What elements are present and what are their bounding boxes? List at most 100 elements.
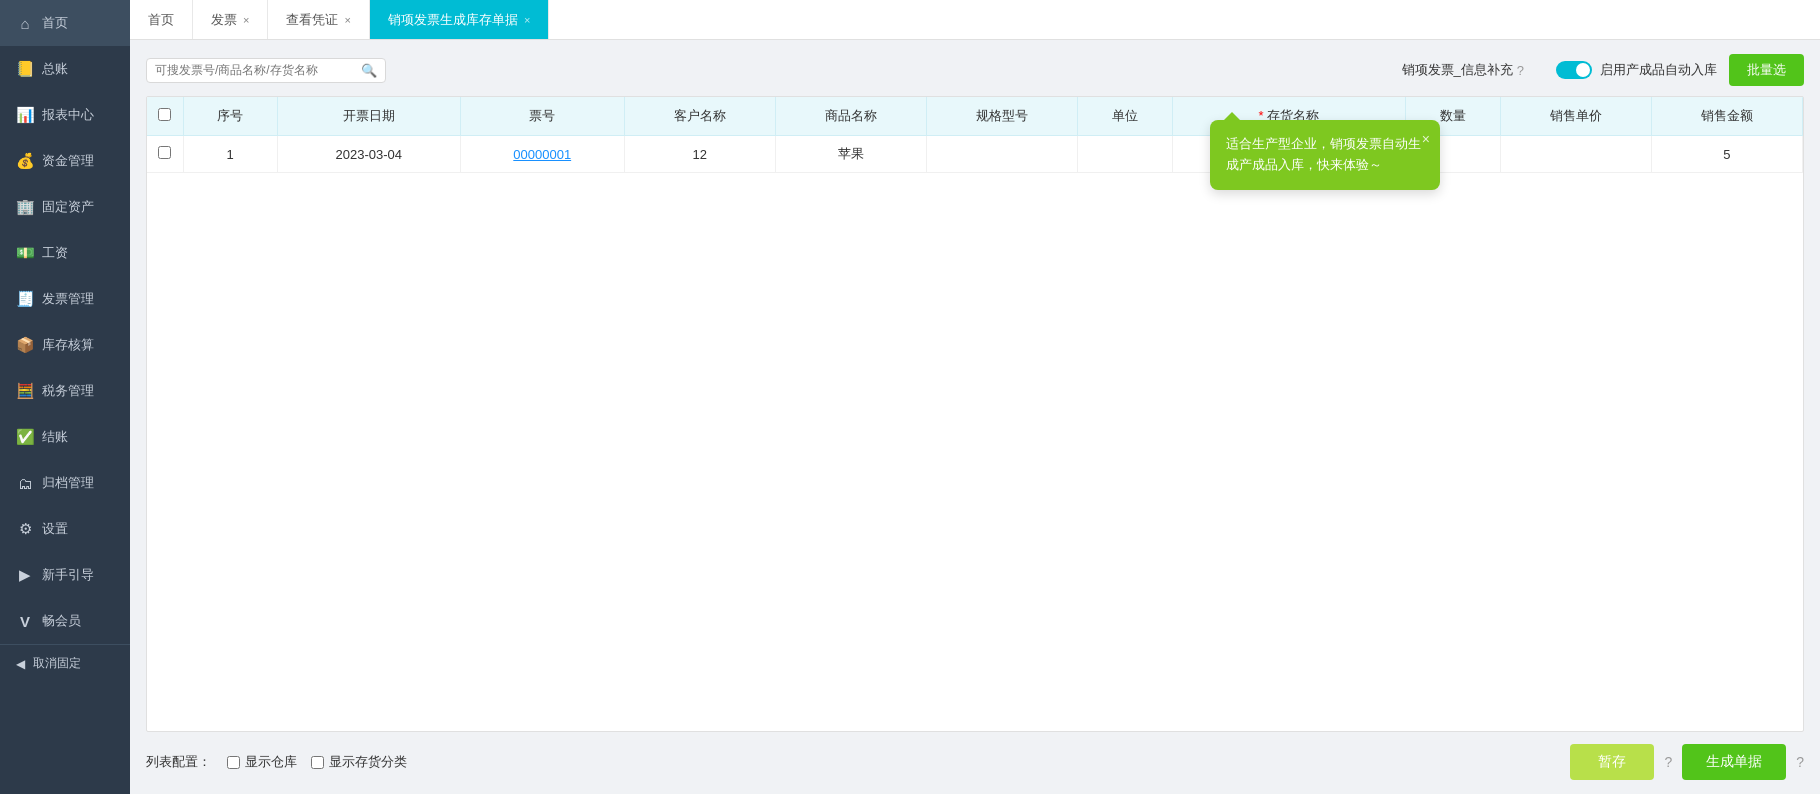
sidebar-item-home[interactable]: ⌂ 首页 (0, 0, 130, 46)
save-button[interactable]: 暂存 (1570, 744, 1654, 780)
table-header-date: 开票日期 (277, 97, 460, 136)
sidebar-label-archive: 归档管理 (42, 474, 94, 492)
generate-help-icon[interactable]: ? (1796, 754, 1804, 770)
sidebar-label-tax: 税务管理 (42, 382, 94, 400)
table-row: 1 2023-03-04 00000001 12 苹果 000001 苹果 个 … (147, 136, 1803, 173)
sidebar-undo-label: 取消固定 (33, 655, 81, 672)
search-input[interactable] (155, 63, 355, 77)
sidebar-item-newbie[interactable]: ▶ 新手引导 (0, 552, 130, 598)
tab-invoice-close[interactable]: × (243, 14, 249, 26)
tax-icon: 🧮 (16, 382, 34, 400)
vip-icon: V (16, 613, 34, 630)
row-date: 2023-03-04 (277, 136, 460, 173)
row-unit (1078, 136, 1172, 173)
sidebar-label-home: 首页 (42, 14, 68, 32)
table-header-customer: 客户名称 (624, 97, 775, 136)
sidebar-label-settings: 设置 (42, 520, 68, 538)
row-amount: 5 (1651, 136, 1802, 173)
toggle-area: 启用产成品自动入库 (1556, 61, 1717, 79)
tab-sales-return-label: 销项发票生成库存单据 (388, 11, 518, 29)
sidebar-item-checkout[interactable]: ✅ 结账 (0, 414, 130, 460)
row-checkbox-cell (147, 136, 183, 173)
info-label: 销项发票_信息补充 ? (1402, 61, 1524, 79)
sidebar-item-settings[interactable]: ⚙ 设置 (0, 506, 130, 552)
data-table-container: 序号 开票日期 票号 客户名称 商品名称 规格型号 单位 存货名称 数量 销售单… (146, 96, 1804, 732)
tab-home[interactable]: 首页 (130, 0, 193, 39)
sidebar-item-inventory[interactable]: 📦 库存核算 (0, 322, 130, 368)
info-label-text: 销项发票_信息补充 (1402, 61, 1513, 79)
row-ticket-no: 00000001 (460, 136, 624, 173)
sidebar-label-inventory: 库存核算 (42, 336, 94, 354)
top-bar: 🔍 销项发票_信息补充 ? 启用产成品自动入库 批量选 (146, 54, 1804, 86)
home-icon: ⌂ (16, 15, 34, 32)
list-config-label: 列表配置： (146, 753, 211, 771)
search-icon: 🔍 (361, 63, 377, 78)
sidebar-label-ledger: 总账 (42, 60, 68, 78)
data-table: 序号 开票日期 票号 客户名称 商品名称 规格型号 单位 存货名称 数量 销售单… (147, 97, 1803, 173)
tooltip-close-button[interactable]: × (1422, 128, 1430, 150)
inventory-icon: 📦 (16, 336, 34, 354)
sidebar-item-archive[interactable]: 🗂 归档管理 (0, 460, 130, 506)
sidebar-item-fixed-asset[interactable]: 🏢 固定资产 (0, 184, 130, 230)
show-category-checkbox[interactable] (311, 756, 324, 769)
sidebar-item-capital[interactable]: 💰 资金管理 (0, 138, 130, 184)
newbie-icon: ▶ (16, 566, 34, 584)
sidebar-undo[interactable]: ◀ 取消固定 (0, 644, 130, 682)
tab-view-voucher-label: 查看凭证 (286, 11, 338, 29)
report-icon: 📊 (16, 106, 34, 124)
settings-icon: ⚙ (16, 520, 34, 538)
invoice-mgmt-icon: 🧾 (16, 290, 34, 308)
tab-view-voucher[interactable]: 查看凭证 × (268, 0, 369, 39)
save-help-icon[interactable]: ? (1664, 754, 1672, 770)
sidebar-label-capital: 资金管理 (42, 152, 94, 170)
tab-sales-return[interactable]: 销项发票生成库存单据 × (370, 0, 549, 39)
sidebar-item-ledger[interactable]: 📒 总账 (0, 46, 130, 92)
row-price (1500, 136, 1651, 173)
show-warehouse-checkbox[interactable] (227, 756, 240, 769)
batch-select-button[interactable]: 批量选 (1729, 54, 1804, 86)
tab-sales-return-close[interactable]: × (524, 14, 530, 26)
tab-invoice[interactable]: 发票 × (193, 0, 268, 39)
sidebar-item-vip[interactable]: V 畅会员 (0, 598, 130, 644)
sidebar-label-checkout: 结账 (42, 428, 68, 446)
show-category-label: 显示存货分类 (329, 753, 407, 771)
sidebar-label-salary: 工资 (42, 244, 68, 262)
row-seq: 1 (183, 136, 277, 173)
salary-icon: 💵 (16, 244, 34, 262)
table-header-ticket-no: 票号 (460, 97, 624, 136)
ticket-no-link[interactable]: 00000001 (513, 147, 571, 162)
auto-warehouse-toggle[interactable] (1556, 61, 1592, 79)
footer-buttons: 暂存 ? 生成单据 ? (1570, 744, 1804, 780)
table-header-product: 商品名称 (775, 97, 926, 136)
content-area: 🔍 销项发票_信息补充 ? 启用产成品自动入库 批量选 (130, 40, 1820, 794)
info-help-icon[interactable]: ? (1517, 63, 1524, 78)
archive-icon: 🗂 (16, 475, 34, 492)
row-product: 苹果 (775, 136, 926, 173)
generate-button[interactable]: 生成单据 (1682, 744, 1786, 780)
sidebar-label-invoice-mgmt: 发票管理 (42, 290, 94, 308)
table-header-seq: 序号 (183, 97, 277, 136)
search-box[interactable]: 🔍 (146, 58, 386, 83)
main-area: 首页 发票 × 查看凭证 × 销项发票生成库存单据 × 🔍 销项发票_信息补充 … (130, 0, 1820, 794)
sidebar-item-tax[interactable]: 🧮 税务管理 (0, 368, 130, 414)
toggle-label: 启用产成品自动入库 (1600, 61, 1717, 79)
fixed-asset-icon: 🏢 (16, 198, 34, 216)
checkout-icon: ✅ (16, 428, 34, 446)
footer-checkbox-group: 显示仓库 显示存货分类 (227, 753, 407, 771)
table-header-amount: 销售金额 (1651, 97, 1802, 136)
sidebar-item-invoice-mgmt[interactable]: 🧾 发票管理 (0, 276, 130, 322)
select-all-checkbox[interactable] (158, 108, 171, 121)
tooltip-text: 适合生产型企业，销项发票自动生成产成品入库，快来体验～ (1226, 136, 1421, 172)
sidebar-label-vip: 畅会员 (42, 612, 81, 630)
row-checkbox[interactable] (158, 146, 171, 159)
capital-icon: 💰 (16, 152, 34, 170)
sidebar-item-report[interactable]: 📊 报表中心 (0, 92, 130, 138)
tooltip-popup: × 适合生产型企业，销项发票自动生成产成品入库，快来体验～ (1210, 120, 1440, 190)
ledger-icon: 📒 (16, 60, 34, 78)
sidebar-item-salary[interactable]: 💵 工资 (0, 230, 130, 276)
footer: 列表配置： 显示仓库 显示存货分类 暂存 ? 生成单据 ? (146, 732, 1804, 794)
table-header-price: 销售单价 (1500, 97, 1651, 136)
tab-view-voucher-close[interactable]: × (344, 14, 350, 26)
tab-invoice-label: 发票 (211, 11, 237, 29)
sidebar-label-newbie: 新手引导 (42, 566, 94, 584)
